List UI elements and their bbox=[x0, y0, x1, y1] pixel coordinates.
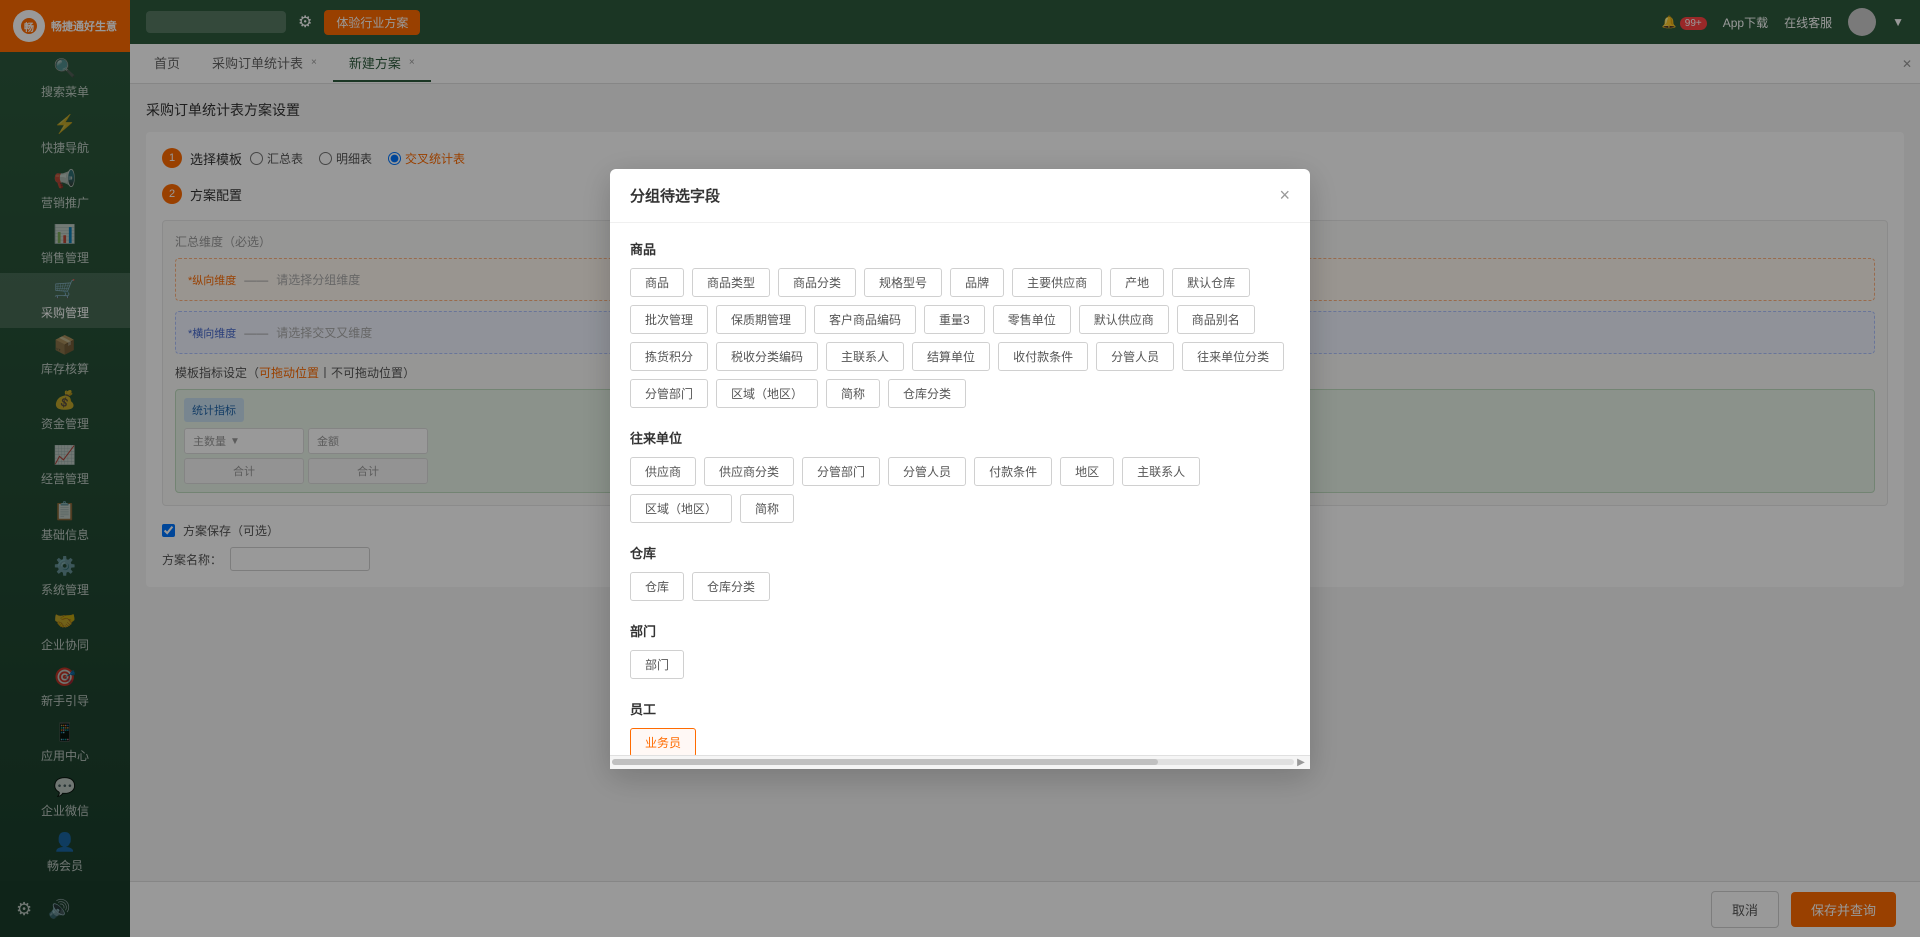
field-tag[interactable]: 商品别名 bbox=[1177, 305, 1255, 334]
field-tag[interactable]: 品牌 bbox=[950, 268, 1004, 297]
field-tag[interactable]: 区域（地区） bbox=[716, 379, 818, 408]
field-tag-employee[interactable]: 业务员 bbox=[630, 728, 696, 755]
field-tag[interactable]: 地区 bbox=[1060, 457, 1114, 486]
modal-overlay[interactable]: 分组待选字段 × 商品 商品 商品类型 商品分类 规格型号 品牌 主要供应商 产… bbox=[0, 0, 1920, 937]
section-employee: 员工 业务员 bbox=[630, 699, 1290, 755]
section-warehouse-title: 仓库 bbox=[630, 543, 1290, 562]
field-tag[interactable]: 部门 bbox=[630, 650, 684, 679]
field-tag[interactable]: 零售单位 bbox=[993, 305, 1071, 334]
field-tag[interactable]: 分管部门 bbox=[802, 457, 880, 486]
field-tag[interactable]: 分管部门 bbox=[630, 379, 708, 408]
field-tag[interactable]: 收付款条件 bbox=[998, 342, 1088, 371]
field-tag[interactable]: 主联系人 bbox=[826, 342, 904, 371]
section-partner: 往来单位 供应商 供应商分类 分管部门 分管人员 付款条件 地区 主联系人 区域… bbox=[630, 428, 1290, 523]
modal-horizontal-scrollbar[interactable]: ▶ bbox=[610, 755, 1310, 769]
field-tag[interactable]: 保质期管理 bbox=[716, 305, 806, 334]
field-tag[interactable]: 简称 bbox=[740, 494, 794, 523]
section-partner-title: 往来单位 bbox=[630, 428, 1290, 447]
field-tag[interactable]: 批次管理 bbox=[630, 305, 708, 334]
field-tag[interactable]: 供应商分类 bbox=[704, 457, 794, 486]
modal-body: 商品 商品 商品类型 商品分类 规格型号 品牌 主要供应商 产地 默认仓库 批次… bbox=[610, 223, 1310, 755]
section-department: 部门 部门 bbox=[630, 621, 1290, 679]
section-warehouse: 仓库 仓库 仓库分类 bbox=[630, 543, 1290, 601]
field-tag[interactable]: 客户商品编码 bbox=[814, 305, 916, 334]
field-tag[interactable]: 分管人员 bbox=[1096, 342, 1174, 371]
field-tag[interactable]: 默认仓库 bbox=[1172, 268, 1250, 297]
field-tag[interactable]: 拣货积分 bbox=[630, 342, 708, 371]
field-tag[interactable]: 税收分类编码 bbox=[716, 342, 818, 371]
field-tag[interactable]: 简称 bbox=[826, 379, 880, 408]
field-tag[interactable]: 结算单位 bbox=[912, 342, 990, 371]
scrollbar-thumb[interactable] bbox=[612, 759, 1158, 765]
scrollbar-track bbox=[612, 759, 1294, 765]
section-goods: 商品 商品 商品类型 商品分类 规格型号 品牌 主要供应商 产地 默认仓库 批次… bbox=[630, 239, 1290, 408]
field-tag[interactable]: 商品分类 bbox=[778, 268, 856, 297]
field-tag[interactable]: 仓库分类 bbox=[888, 379, 966, 408]
field-tag[interactable]: 往来单位分类 bbox=[1182, 342, 1284, 371]
field-tag[interactable]: 默认供应商 bbox=[1079, 305, 1169, 334]
modal-title: 分组待选字段 bbox=[630, 185, 720, 206]
section-department-title: 部门 bbox=[630, 621, 1290, 640]
field-tag[interactable]: 区域（地区） bbox=[630, 494, 732, 523]
section-goods-title: 商品 bbox=[630, 239, 1290, 258]
goods-fields: 商品 商品类型 商品分类 规格型号 品牌 主要供应商 产地 默认仓库 批次管理 … bbox=[630, 268, 1290, 408]
field-tag[interactable]: 产地 bbox=[1110, 268, 1164, 297]
field-tag[interactable]: 主要供应商 bbox=[1012, 268, 1102, 297]
field-tag[interactable]: 仓库 bbox=[630, 572, 684, 601]
field-tag[interactable]: 重量3 bbox=[924, 305, 985, 334]
field-tag[interactable]: 供应商 bbox=[630, 457, 696, 486]
field-tag[interactable]: 商品类型 bbox=[692, 268, 770, 297]
department-fields: 部门 bbox=[630, 650, 1290, 679]
field-tag[interactable]: 仓库分类 bbox=[692, 572, 770, 601]
modal-dialog: 分组待选字段 × 商品 商品 商品类型 商品分类 规格型号 品牌 主要供应商 产… bbox=[610, 169, 1310, 769]
employee-fields: 业务员 bbox=[630, 728, 1290, 755]
modal-close-button[interactable]: × bbox=[1279, 185, 1290, 206]
modal-header: 分组待选字段 × bbox=[610, 169, 1310, 223]
field-tag[interactable]: 规格型号 bbox=[864, 268, 942, 297]
field-tag[interactable]: 付款条件 bbox=[974, 457, 1052, 486]
field-tag[interactable]: 商品 bbox=[630, 268, 684, 297]
scrollbar-right-arrow[interactable]: ▶ bbox=[1294, 757, 1308, 768]
section-employee-title: 员工 bbox=[630, 699, 1290, 718]
partner-fields: 供应商 供应商分类 分管部门 分管人员 付款条件 地区 主联系人 区域（地区） … bbox=[630, 457, 1290, 523]
warehouse-fields: 仓库 仓库分类 bbox=[630, 572, 1290, 601]
field-tag[interactable]: 主联系人 bbox=[1122, 457, 1200, 486]
field-tag[interactable]: 分管人员 bbox=[888, 457, 966, 486]
